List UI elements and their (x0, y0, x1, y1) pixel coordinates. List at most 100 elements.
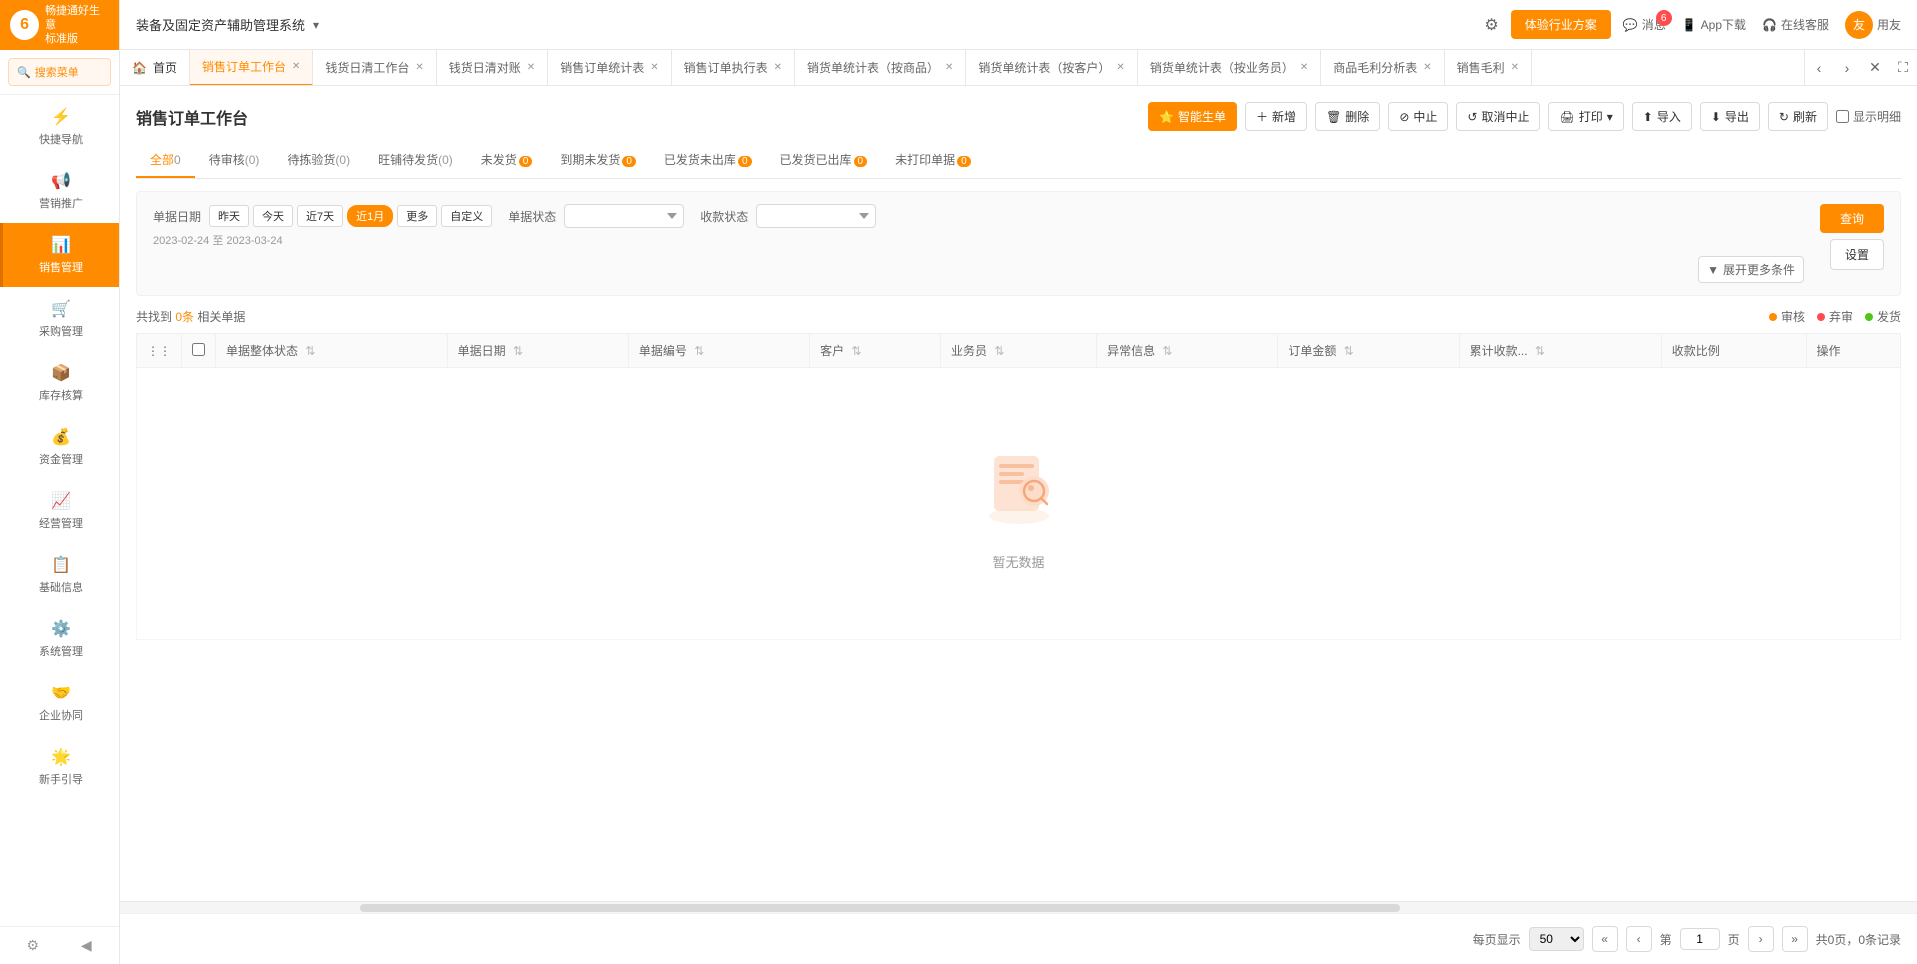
tabs-prev-button[interactable]: ‹ (1805, 50, 1833, 86)
tab-cash-reconcile[interactable]: 钱货日清对账 ✕ (437, 50, 548, 86)
filter-tab-not-printed[interactable]: 未打印单据0 (881, 143, 985, 178)
sidebar-item-quick-nav[interactable]: ⚡ 快捷导航 (0, 95, 119, 159)
app-download-button[interactable]: 📱 App下载 (1682, 16, 1746, 33)
sidebar-item-purchase[interactable]: 🛒 采购管理 (0, 287, 119, 351)
filter-tab-not-shipped[interactable]: 未发货0 (467, 143, 547, 178)
sidebar-item-operation[interactable]: 📈 经营管理 (0, 479, 119, 543)
filter-tab-wangpu[interactable]: 旺铺待发货(0) (364, 143, 467, 178)
expand-conditions-button[interactable]: ▼ 展开更多条件 (1698, 256, 1804, 283)
tab-close-product-margin[interactable]: ✕ (1423, 63, 1431, 73)
delete-button[interactable]: 🗑 删除 (1315, 102, 1380, 131)
select-all-checkbox[interactable] (192, 343, 205, 356)
tab-sales-stats-product[interactable]: 销货单统计表（按商品） ✕ (795, 50, 966, 86)
print-button[interactable]: 🖨 打印 ▾ (1548, 102, 1623, 131)
filter-tab-all[interactable]: 全部0 (136, 143, 195, 178)
horizontal-scrollbar[interactable] (120, 901, 1917, 913)
prev-page-button[interactable]: ‹ (1626, 926, 1652, 952)
tab-home[interactable]: 🏠 首页 (120, 50, 190, 86)
ship-action-button[interactable]: 发货 (1865, 308, 1901, 325)
filter-tab-expired-not-shipped[interactable]: 到期未发货0 (546, 143, 650, 178)
tab-sales-stats-staff[interactable]: 销货单统计表（按业务员） ✕ (1138, 50, 1321, 86)
date-btn-1month[interactable]: 近1月 (347, 205, 393, 227)
topbar-dropdown-button[interactable]: ▾ (313, 18, 319, 32)
set-button[interactable]: 设置 (1830, 239, 1884, 270)
star-icon: ⭐ (1159, 110, 1174, 124)
import-button[interactable]: ⬆ 导入 (1632, 102, 1692, 131)
tab-close-sales-more[interactable]: ✕ (1511, 63, 1519, 73)
sidebar-item-finance[interactable]: 💰 资金管理 (0, 415, 119, 479)
tabs-maximize-button[interactable]: ⛶ (1889, 50, 1917, 86)
last-page-button[interactable]: » (1782, 926, 1808, 952)
add-button[interactable]: ＋ 新增 (1245, 102, 1307, 131)
next-page-button[interactable]: › (1748, 926, 1774, 952)
page-number-input[interactable] (1680, 928, 1720, 950)
sidebar-item-guide[interactable]: 🌟 新手引导 (0, 735, 119, 799)
tab-sales-order-stats[interactable]: 销售订单统计表 ✕ (548, 50, 671, 86)
filter-tab-pending-review[interactable]: 待审核(0) (195, 143, 274, 178)
sidebar-item-inventory[interactable]: 📦 库存核算 (0, 351, 119, 415)
per-page-select[interactable]: 50 20 100 (1529, 927, 1584, 951)
online-service-button[interactable]: 🎧 在线客服 (1762, 16, 1829, 33)
tab-close-sales-stats-customer[interactable]: ✕ (1116, 63, 1124, 73)
sidebar-item-sales[interactable]: 📊 销售管理 (0, 223, 119, 287)
status-select[interactable] (564, 204, 684, 228)
tab-sales-more[interactable]: 销售毛利 ✕ (1445, 50, 1532, 86)
sort-icon-abnormal[interactable]: ⇅ (1162, 344, 1172, 358)
sort-icon-staff[interactable]: ⇅ (994, 344, 1004, 358)
tab-cash-daily[interactable]: 钱货日清工作台 ✕ (313, 50, 436, 86)
cancel-suspend-button[interactable]: ↺ 取消中止 (1456, 102, 1540, 131)
filter-tab-shipped-not-out[interactable]: 已发货未出库0 (650, 143, 766, 178)
date-btn-7days[interactable]: 近7天 (297, 205, 343, 227)
tab-close-sales-stats-staff[interactable]: ✕ (1300, 63, 1308, 73)
export-button[interactable]: ⬇ 导出 (1700, 102, 1760, 131)
sort-icon-customer[interactable]: ⇅ (851, 344, 861, 358)
topbar-gear-button[interactable]: ⚙ (1484, 15, 1498, 35)
tabs-close-all-button[interactable]: ✕ (1861, 50, 1889, 86)
sort-icon-received[interactable]: ⇅ (1535, 344, 1545, 358)
tab-sales-order-workbench[interactable]: 销售订单工作台 ✕ (190, 50, 313, 86)
tab-product-margin[interactable]: 商品毛利分析表 ✕ (1321, 50, 1444, 86)
user-menu-button[interactable]: 友 用友 (1845, 11, 1901, 39)
sidebar-item-marketing[interactable]: 📢 营销推广 (0, 159, 119, 223)
date-btn-today[interactable]: 今天 (253, 205, 293, 227)
scrollbar-thumb[interactable] (360, 904, 1400, 912)
suspend-button[interactable]: ⊘ 中止 (1388, 102, 1448, 131)
empty-state: 暂无数据 (147, 376, 1890, 631)
tab-close-sales-order-workbench[interactable]: ✕ (292, 62, 300, 72)
sort-icon-status[interactable]: ⇅ (305, 344, 315, 358)
smart-create-button[interactable]: ⭐ 智能生单 (1148, 102, 1237, 131)
sort-icon-number[interactable]: ⇅ (694, 344, 704, 358)
tab-close-sales-order-exec[interactable]: ✕ (774, 63, 782, 73)
tab-close-sales-order-stats[interactable]: ✕ (650, 63, 658, 73)
search-menu-button[interactable]: 🔍 搜索菜单 (8, 58, 111, 86)
status-label: 单据状态 (508, 208, 556, 225)
date-btn-more[interactable]: 更多 (397, 205, 437, 227)
filter-tab-shipped-out[interactable]: 已发货已出库0 (766, 143, 882, 178)
first-page-button[interactable]: « (1592, 926, 1618, 952)
settings-button[interactable]: ⚙ (10, 937, 56, 954)
sidebar-item-label: 基础信息 (39, 579, 83, 595)
cancel-review-action-button[interactable]: 弃审 (1817, 308, 1853, 325)
filter-tab-pending-inspect[interactable]: 待拣验货(0) (273, 143, 364, 178)
sort-icon-date[interactable]: ⇅ (513, 344, 523, 358)
review-action-button[interactable]: 审核 (1769, 308, 1805, 325)
payment-select[interactable] (756, 204, 876, 228)
tabs-next-button[interactable]: › (1833, 50, 1861, 86)
tab-close-cash-reconcile[interactable]: ✕ (527, 63, 535, 73)
tab-close-cash-daily[interactable]: ✕ (415, 63, 423, 73)
sidebar-item-basic[interactable]: 📋 基础信息 (0, 543, 119, 607)
date-btn-custom[interactable]: 自定义 (441, 205, 492, 227)
sidebar-item-system[interactable]: ⚙️ 系统管理 (0, 607, 119, 671)
tab-close-sales-stats-product[interactable]: ✕ (945, 63, 953, 73)
show-detail-checkbox[interactable] (1836, 110, 1849, 123)
collapse-button[interactable]: ◀ (64, 937, 110, 954)
industry-solution-button[interactable]: 体验行业方案 (1511, 10, 1611, 39)
sort-icon-amount[interactable]: ⇅ (1344, 344, 1354, 358)
date-btn-yesterday[interactable]: 昨天 (209, 205, 249, 227)
message-button[interactable]: 💬 消息 6 (1623, 16, 1666, 33)
tab-sales-stats-customer[interactable]: 销货单统计表（按客户） ✕ (966, 50, 1137, 86)
tab-sales-order-exec[interactable]: 销售订单执行表 ✕ (672, 50, 795, 86)
sidebar-item-enterprise[interactable]: 🤝 企业协同 (0, 671, 119, 735)
query-button[interactable]: 查询 (1820, 204, 1884, 233)
refresh-button[interactable]: ↻ 刷新 (1768, 102, 1828, 131)
